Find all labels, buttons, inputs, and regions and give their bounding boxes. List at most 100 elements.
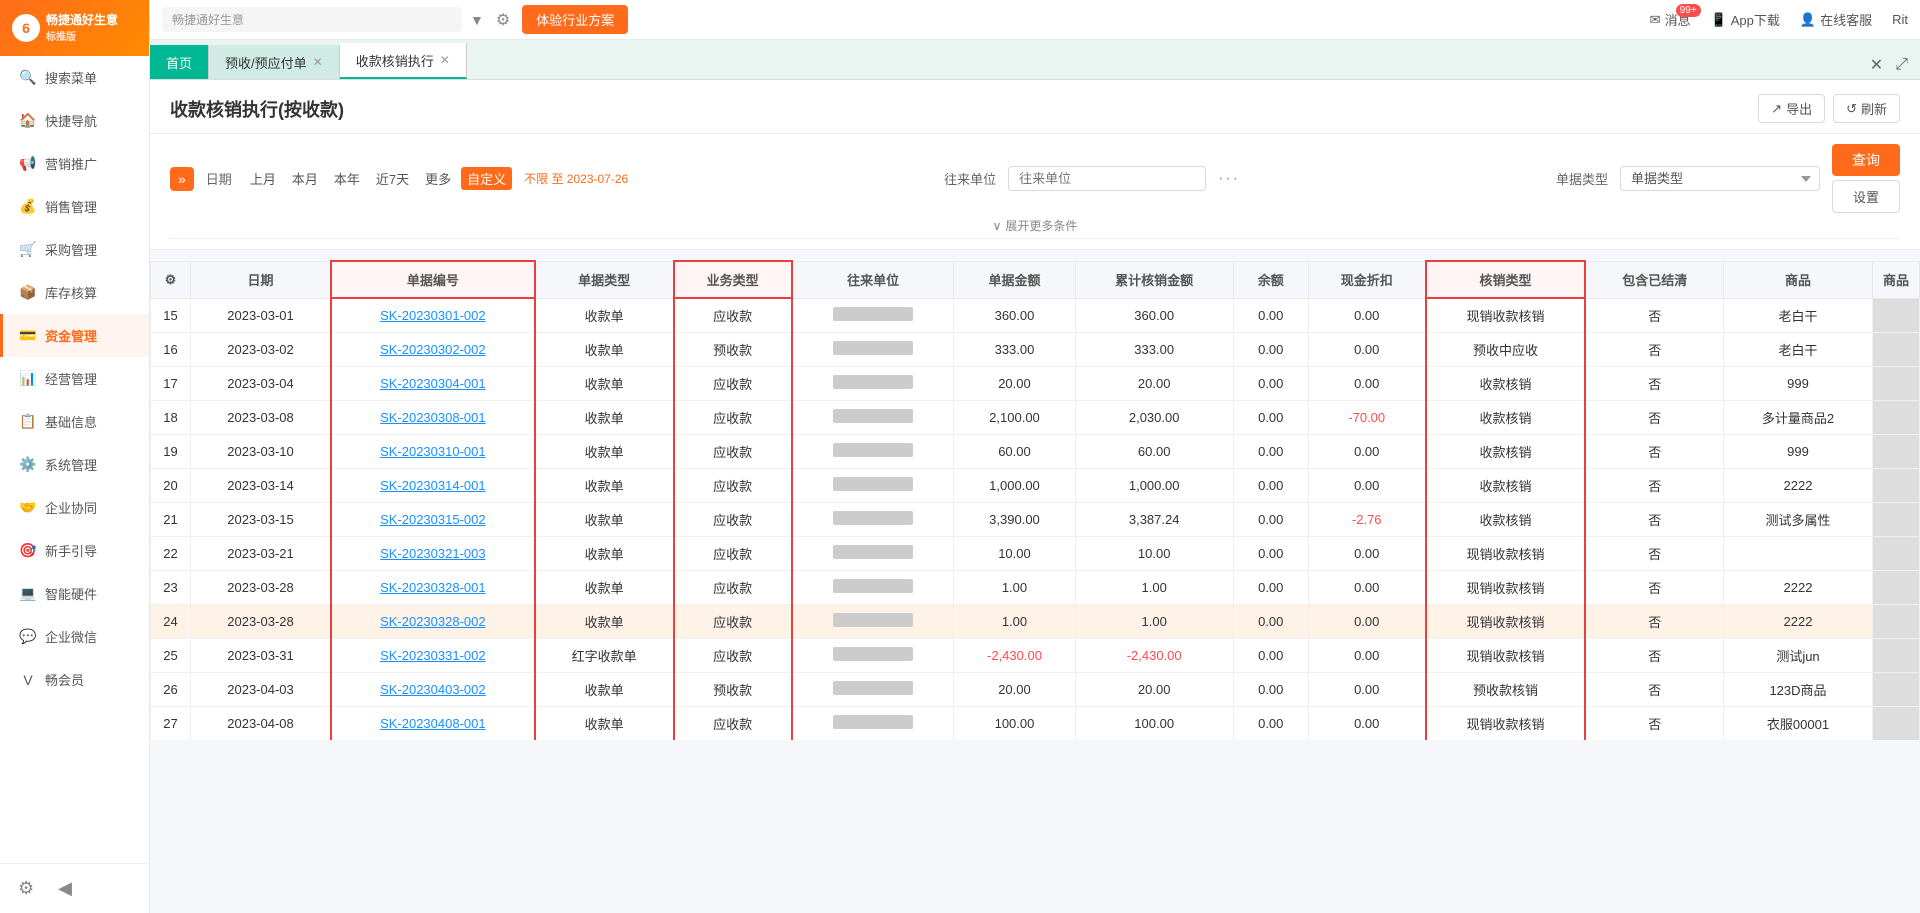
col-verify-type: 核销类型 [1426, 261, 1586, 298]
row-doc-no[interactable]: SK-20230403-002 [331, 673, 535, 707]
row-doc-no[interactable]: SK-20230304-001 [331, 367, 535, 401]
sidebar-item-label: 畅会员 [45, 670, 84, 689]
url-dropdown-icon[interactable]: ▼ [470, 12, 484, 28]
export-button[interactable]: ↗ 导出 [1758, 94, 1825, 123]
col-gear[interactable]: ⚙ [151, 261, 191, 298]
sidebar-item-marketing[interactable]: 📢 营销推广 [0, 142, 149, 185]
row-product [1724, 537, 1873, 571]
sidebar-item-purchase[interactable]: 🛒 采购管理 [0, 228, 149, 271]
row-doc-no[interactable]: SK-20230308-001 [331, 401, 535, 435]
tab-verify[interactable]: 收款核销执行 ✕ [340, 43, 467, 79]
row-date: 2023-03-21 [191, 537, 332, 571]
expand-more-button[interactable]: ∨ 展开更多条件 [993, 217, 1078, 234]
user-menu[interactable]: Rit [1892, 12, 1908, 27]
table-row[interactable]: 212023-03-15SK-20230315-002收款单应收款3,390.0… [151, 503, 1920, 537]
app-icon: 📱 [1711, 12, 1727, 28]
table-row[interactable]: 272023-04-08SK-20230408-001收款单应收款100.001… [151, 707, 1920, 741]
row-no: 25 [151, 639, 191, 673]
row-doc-type: 收款单 [535, 367, 674, 401]
row-counterparty [792, 367, 954, 401]
row-doc-no[interactable]: SK-20230301-002 [331, 298, 535, 333]
row-cash-discount: 0.00 [1308, 435, 1425, 469]
table-row[interactable]: 162023-03-02SK-20230302-002收款单预收款333.003… [151, 333, 1920, 367]
table-row[interactable]: 192023-03-10SK-20230310-001收款单应收款60.0060… [151, 435, 1920, 469]
row-doc-no[interactable]: SK-20230408-001 [331, 707, 535, 741]
refresh-button[interactable]: ↺ 刷新 [1833, 94, 1900, 123]
url-bar[interactable]: 畅捷通好生意 [162, 7, 462, 32]
date-btn-this-month[interactable]: 本月 [286, 167, 324, 190]
settings-bottom-icon[interactable]: ⚙ [10, 874, 42, 903]
sidebar-item-label: 系统管理 [45, 455, 97, 474]
sidebar-item-guide[interactable]: 🎯 新手引导 [0, 529, 149, 572]
table-row[interactable]: 202023-03-14SK-20230314-001收款单应收款1,000.0… [151, 469, 1920, 503]
settings-icon[interactable]: ⚙ [492, 6, 514, 34]
app-download-button[interactable]: 📱 App下载 [1711, 10, 1780, 29]
table-settings-button[interactable]: 设置 [1832, 180, 1900, 213]
row-cash-discount: 0.00 [1308, 469, 1425, 503]
row-doc-no[interactable]: SK-20230314-001 [331, 469, 535, 503]
row-counterparty [792, 639, 954, 673]
date-btn-custom[interactable]: 自定义 [461, 167, 512, 190]
sidebar-item-hardware[interactable]: 💻 智能硬件 [0, 572, 149, 615]
sidebar-item-wechat[interactable]: 💬 企业微信 [0, 615, 149, 658]
row-doc-no[interactable]: SK-20230321-003 [331, 537, 535, 571]
date-btn-more[interactable]: 更多 [419, 167, 457, 190]
sidebar-item-label: 库存核算 [45, 283, 97, 302]
sidebar-item-cooperation[interactable]: 🤝 企业协同 [0, 486, 149, 529]
tab-home[interactable]: 首页 [150, 45, 209, 79]
table-row[interactable]: 232023-03-28SK-20230328-001收款单应收款1.001.0… [151, 571, 1920, 605]
message-button[interactable]: ✉ 消息 99+ [1650, 10, 1691, 29]
solution-button[interactable]: 体验行业方案 [522, 5, 628, 34]
table-row[interactable]: 182023-03-08SK-20230308-001收款单应收款2,100.0… [151, 401, 1920, 435]
date-btn-this-year[interactable]: 本年 [328, 167, 366, 190]
row-doc-no[interactable]: SK-20230328-001 [331, 571, 535, 605]
service-label: 在线客服 [1820, 10, 1872, 29]
row-doc-no[interactable]: SK-20230315-002 [331, 503, 535, 537]
tab-advance-close-icon[interactable]: ✕ [313, 55, 323, 69]
table-row[interactable]: 262023-04-03SK-20230403-002收款单预收款20.0020… [151, 673, 1920, 707]
row-include-settled: 否 [1585, 298, 1723, 333]
sidebar-item-search[interactable]: 🔍 搜索菜单 [0, 56, 149, 99]
row-doc-type: 收款单 [535, 571, 674, 605]
table-row[interactable]: 222023-03-21SK-20230321-003收款单应收款10.0010… [151, 537, 1920, 571]
row-include-settled: 否 [1585, 537, 1723, 571]
row-product: 测试多属性 [1724, 503, 1873, 537]
wechat-icon: 💬 [19, 628, 37, 645]
collapse-icon[interactable]: ◀ [50, 874, 80, 903]
tab-expand-icon[interactable]: ⤢ [1891, 52, 1912, 78]
table-row[interactable]: 152023-03-01SK-20230301-002收款单应收款360.003… [151, 298, 1920, 333]
sidebar-item-system[interactable]: ⚙️ 系统管理 [0, 443, 149, 486]
tab-close-all-icon[interactable]: ✕ [1866, 51, 1887, 79]
counterparty-input[interactable] [1008, 166, 1206, 191]
row-doc-no[interactable]: SK-20230310-001 [331, 435, 535, 469]
row-doc-type: 收款单 [535, 605, 674, 639]
cooperation-icon: 🤝 [19, 499, 37, 516]
row-doc-no[interactable]: SK-20230328-002 [331, 605, 535, 639]
row-doc-no[interactable]: SK-20230331-002 [331, 639, 535, 673]
date-btn-last-month[interactable]: 上月 [244, 167, 282, 190]
table-scroll-area[interactable]: ⚙ 日期 单据编号 单据类型 业务类型 往来单位 单据金额 累计核销金额 余额 … [150, 260, 1920, 740]
table-body: 152023-03-01SK-20230301-002收款单应收款360.003… [151, 298, 1920, 740]
sidebar-item-inventory[interactable]: 📦 库存核算 [0, 271, 149, 314]
sidebar-item-member[interactable]: V 畅会员 [0, 658, 149, 701]
sidebar-item-finance[interactable]: 💳 资金管理 [0, 314, 149, 357]
date-btn-7days[interactable]: 近7天 [370, 167, 415, 190]
sidebar-item-shortcut[interactable]: 🏠 快捷导航 [0, 99, 149, 142]
query-button[interactable]: 查询 [1832, 144, 1900, 176]
message-icon: ✉ [1650, 12, 1661, 28]
sidebar-item-sales[interactable]: 💰 销售管理 [0, 185, 149, 228]
row-doc-no[interactable]: SK-20230302-002 [331, 333, 535, 367]
tab-verify-close-icon[interactable]: ✕ [440, 53, 450, 67]
receipt-type-select[interactable]: 单据类型 [1620, 166, 1820, 191]
table-row[interactable]: 172023-03-04SK-20230304-001收款单应收款20.0020… [151, 367, 1920, 401]
table-row[interactable]: 242023-03-28SK-20230328-002收款单应收款1.001.0… [151, 605, 1920, 639]
sidebar-item-basic[interactable]: 📋 基础信息 [0, 400, 149, 443]
filter-toggle-button[interactable]: » [170, 167, 194, 191]
online-service-button[interactable]: 👤 在线客服 [1800, 10, 1872, 29]
service-icon: 👤 [1800, 12, 1816, 28]
date-range-block: 不限 至 2023-07-26 [524, 168, 628, 189]
tab-advance[interactable]: 预收/预应付单 ✕ [209, 45, 340, 79]
table-row[interactable]: 252023-03-31SK-20230331-002红字收款单应收款-2,43… [151, 639, 1920, 673]
sidebar-item-operations[interactable]: 📊 经营管理 [0, 357, 149, 400]
marketing-icon: 📢 [19, 155, 37, 172]
